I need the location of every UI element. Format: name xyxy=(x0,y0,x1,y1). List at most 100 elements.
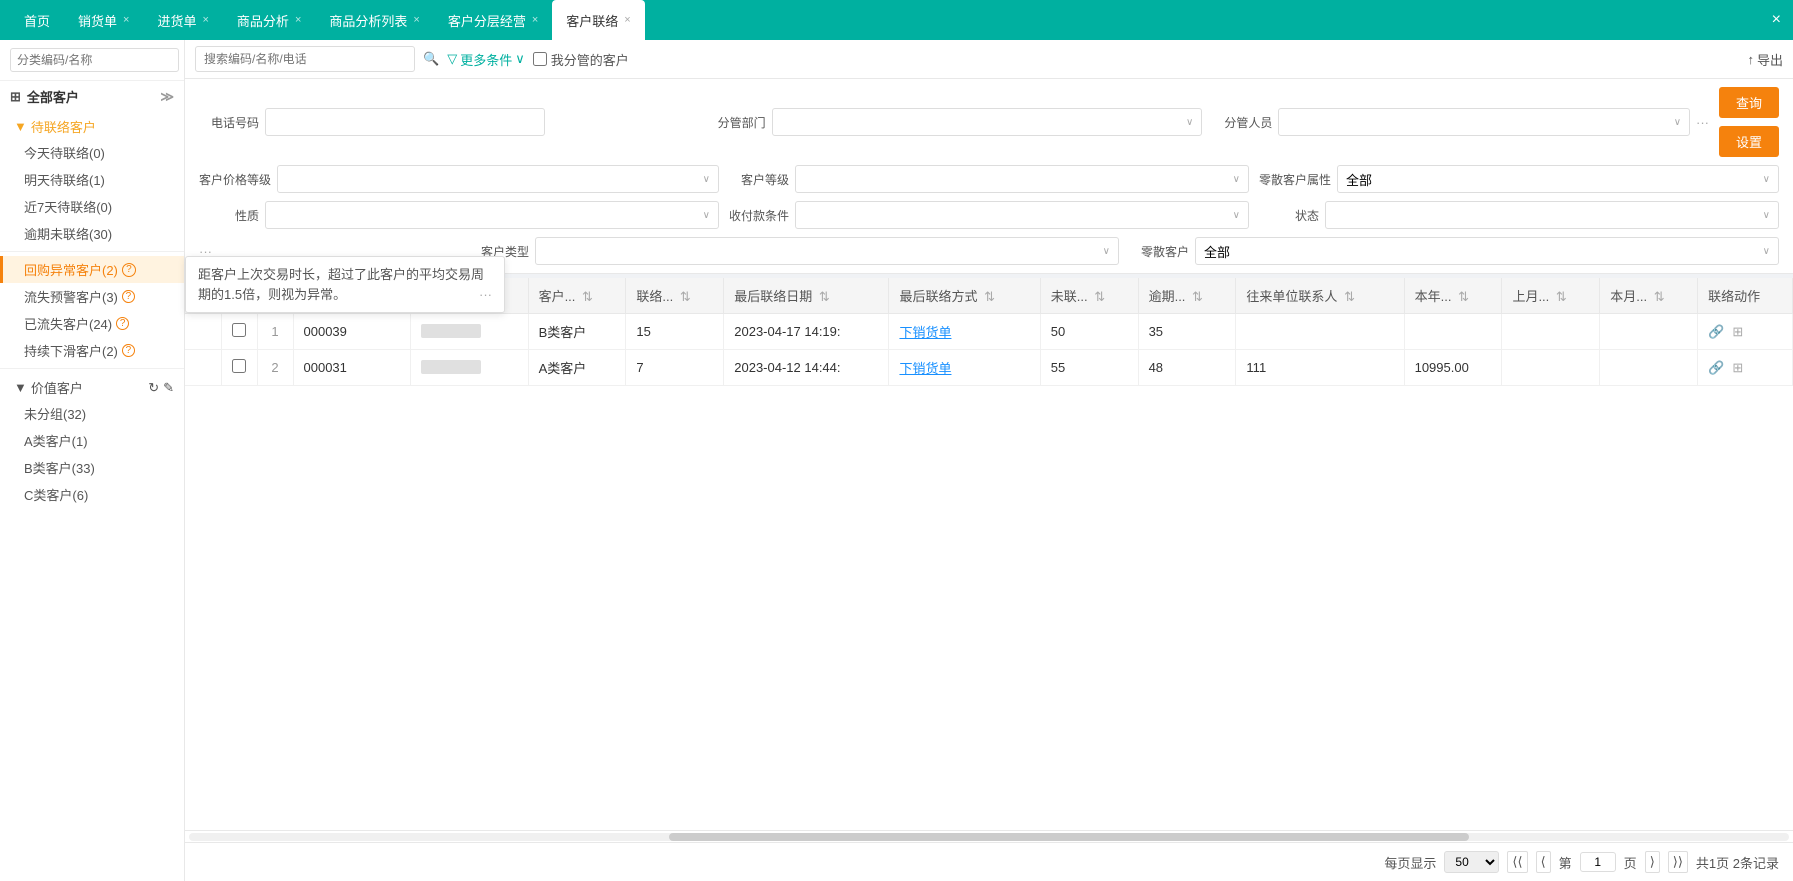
close-tab-customer-segmentation[interactable]: × xyxy=(532,14,538,26)
sidebar-item-today[interactable]: 今天待联络(0) xyxy=(0,139,184,166)
filter-cell-price-level: 客户价格等级 ∨ xyxy=(199,165,719,193)
close-tab-sales-order[interactable]: × xyxy=(123,14,129,26)
search-button[interactable]: 🔍 xyxy=(423,51,439,67)
pagination-last-btn[interactable]: ⟩⟩ xyxy=(1668,851,1688,873)
query-button[interactable]: 查询 xyxy=(1719,87,1779,118)
price-level-select[interactable]: ∨ xyxy=(277,165,719,193)
phone-input[interactable] xyxy=(265,108,545,136)
row2-checkbox[interactable] xyxy=(232,359,246,373)
col-contact-header[interactable]: 联络... ⇅ xyxy=(626,278,724,314)
page-number-input[interactable] xyxy=(1580,852,1616,872)
row1-unit-contact xyxy=(1236,314,1404,350)
sort-type-icon: ⇅ xyxy=(582,289,593,304)
gender-select[interactable]: ∨ xyxy=(265,201,719,229)
scrollbar-track[interactable] xyxy=(189,833,1789,841)
row1-last-method-link[interactable]: 下销货单 xyxy=(899,325,951,340)
retail-customer-select[interactable]: 全部 ∨ xyxy=(1195,237,1779,265)
customer-type-select[interactable]: ∨ xyxy=(535,237,1119,265)
col-overdue-header[interactable]: 逾期... ⇅ xyxy=(1138,278,1236,314)
sidebar-item-irregular[interactable]: 回购异常客户(2) ? xyxy=(0,256,184,283)
sidebar-item-lost[interactable]: 已流失客户(24) ? xyxy=(0,310,184,337)
row2-grid-icon[interactable]: ⊞ xyxy=(1732,360,1743,376)
sidebar-item-declining[interactable]: 持续下滑客户(2) ? xyxy=(0,337,184,364)
filter-grid: 电话号码 分管部门 ∨ 分管人员 ∨ ··· 查询 xyxy=(185,79,1793,274)
row1-check[interactable] xyxy=(221,314,257,350)
branch-person-select[interactable]: ∨ xyxy=(1278,108,1690,136)
horizontal-scrollbar[interactable] xyxy=(185,830,1793,842)
row2-last-method-link[interactable]: 下销货单 xyxy=(899,361,951,376)
tab-sales-order[interactable]: 销货单 × xyxy=(64,0,143,40)
tooltip-more[interactable]: ··· xyxy=(479,285,492,305)
row1-this-year xyxy=(1404,314,1502,350)
close-window-btn[interactable]: × xyxy=(1772,11,1781,29)
page-suffix: 页 xyxy=(1624,853,1637,872)
status-select[interactable]: ∨ xyxy=(1325,201,1779,229)
tab-product-analysis-list[interactable]: 商品分析列表 × xyxy=(315,0,433,40)
sidebar-item-ungrouped[interactable]: 未分组(32) xyxy=(0,400,184,427)
row1-grid-icon[interactable]: ⊞ xyxy=(1732,324,1743,340)
tab-customer-segmentation[interactable]: 客户分层经营 × xyxy=(434,0,552,40)
close-tab-purchase-order[interactable]: × xyxy=(202,14,208,26)
filter-actions: 查询 设置 xyxy=(1719,87,1779,157)
sidebar-item-week[interactable]: 近7天待联络(0) xyxy=(0,193,184,220)
customer-level-select[interactable]: ∨ xyxy=(795,165,1249,193)
sidebar-item-a-class[interactable]: A类客户(1) xyxy=(0,427,184,454)
tab-purchase-order[interactable]: 进货单 × xyxy=(143,0,222,40)
export-button[interactable]: ↑ 导出 xyxy=(1747,50,1783,69)
branch-person-dots[interactable]: ··· xyxy=(1696,115,1709,130)
row2-link-icon[interactable]: 🔗 xyxy=(1708,360,1724,376)
settings-button[interactable]: 设置 xyxy=(1719,126,1779,157)
refresh-icon[interactable]: ↻ xyxy=(148,380,159,396)
pagination-next-btn[interactable]: ⟩ xyxy=(1645,851,1660,873)
my-customer-checkbox[interactable] xyxy=(533,52,547,66)
col-last-method-header[interactable]: 最后联络方式 ⇅ xyxy=(889,278,1040,314)
row2-last-method[interactable]: 下销货单 xyxy=(889,350,1040,386)
close-tab-customer-contact[interactable]: × xyxy=(624,14,630,26)
more-filter-btn[interactable]: ▽ 更多条件 ∨ xyxy=(447,50,525,69)
sidebar-search-input[interactable] xyxy=(10,48,179,72)
col-last-month-header[interactable]: 上月... ⇅ xyxy=(1502,278,1600,314)
declining-info-icon: ? xyxy=(122,344,135,357)
filter-row-3: 性质 ∨ 收付款条件 ∨ 状态 ∨ xyxy=(199,201,1779,229)
row2-uncontacted: 55 xyxy=(1040,350,1138,386)
filter-cell-branch-person: 分管人员 ∨ ··· xyxy=(1212,108,1709,136)
customer-type-arrow: ∨ xyxy=(1103,246,1110,257)
col-unit-contact-header[interactable]: 往来单位联系人 ⇅ xyxy=(1236,278,1404,314)
sidebar-pending-group[interactable]: ▼ 待联络客户 xyxy=(0,112,184,139)
col-last-date-header[interactable]: 最后联络日期 ⇅ xyxy=(724,278,889,314)
scrollbar-thumb[interactable] xyxy=(669,833,1469,841)
payment-select[interactable]: ∨ xyxy=(795,201,1249,229)
row1-checkbox[interactable] xyxy=(232,323,246,337)
collapse-arrow-icon[interactable]: ≫ xyxy=(160,89,174,105)
export-icon: ↑ xyxy=(1747,52,1754,67)
branch-dept-select[interactable]: ∨ xyxy=(772,108,1203,136)
sidebar-all-customers[interactable]: ⊞ 全部客户 ≫ xyxy=(0,81,184,112)
per-page-select[interactable]: 50 100 200 xyxy=(1444,851,1499,873)
pagination-first-btn[interactable]: ⟨⟨ xyxy=(1507,851,1527,873)
row2-name-blurred xyxy=(421,360,481,374)
tab-home[interactable]: 首页 xyxy=(10,0,64,40)
close-tab-product-analysis-list[interactable]: × xyxy=(413,14,419,26)
sidebar-item-overdue[interactable]: 逾期未联络(30) xyxy=(0,220,184,247)
edit-icon[interactable]: ✎ xyxy=(163,380,174,396)
sidebar-item-loss-warning[interactable]: 流失预警客户(3) ? xyxy=(0,283,184,310)
close-tab-product-analysis[interactable]: × xyxy=(295,14,301,26)
tab-product-analysis[interactable]: 商品分析 × xyxy=(223,0,315,40)
col-this-month-header[interactable]: 本月... ⇅ xyxy=(1600,278,1698,314)
pagination-prev-btn[interactable]: ⟨ xyxy=(1536,851,1551,873)
col-uncontacted-header[interactable]: 未联... ⇅ xyxy=(1040,278,1138,314)
tab-customer-contact[interactable]: 客户联络 × xyxy=(552,0,644,40)
sidebar-item-c-class[interactable]: C类客户(6) xyxy=(0,481,184,508)
sidebar-item-b-class[interactable]: B类客户(33) xyxy=(0,454,184,481)
row1-last-method[interactable]: 下销货单 xyxy=(889,314,1040,350)
col-this-year-header[interactable]: 本年... ⇅ xyxy=(1404,278,1502,314)
my-customer-checkbox-label[interactable]: 我分管的客户 xyxy=(533,50,629,69)
row1-settings xyxy=(185,314,221,350)
search-input[interactable] xyxy=(195,46,415,72)
row1-link-icon[interactable]: 🔗 xyxy=(1708,324,1724,340)
row2-check[interactable] xyxy=(221,350,257,386)
col-type-header[interactable]: 客户... ⇅ xyxy=(528,278,626,314)
retail-attr-select[interactable]: 全部 ∨ xyxy=(1337,165,1779,193)
sidebar-item-tomorrow[interactable]: 明天待联络(1) xyxy=(0,166,184,193)
sidebar-value-group[interactable]: ▼ 价值客户 ↻ ✎ xyxy=(0,373,184,400)
